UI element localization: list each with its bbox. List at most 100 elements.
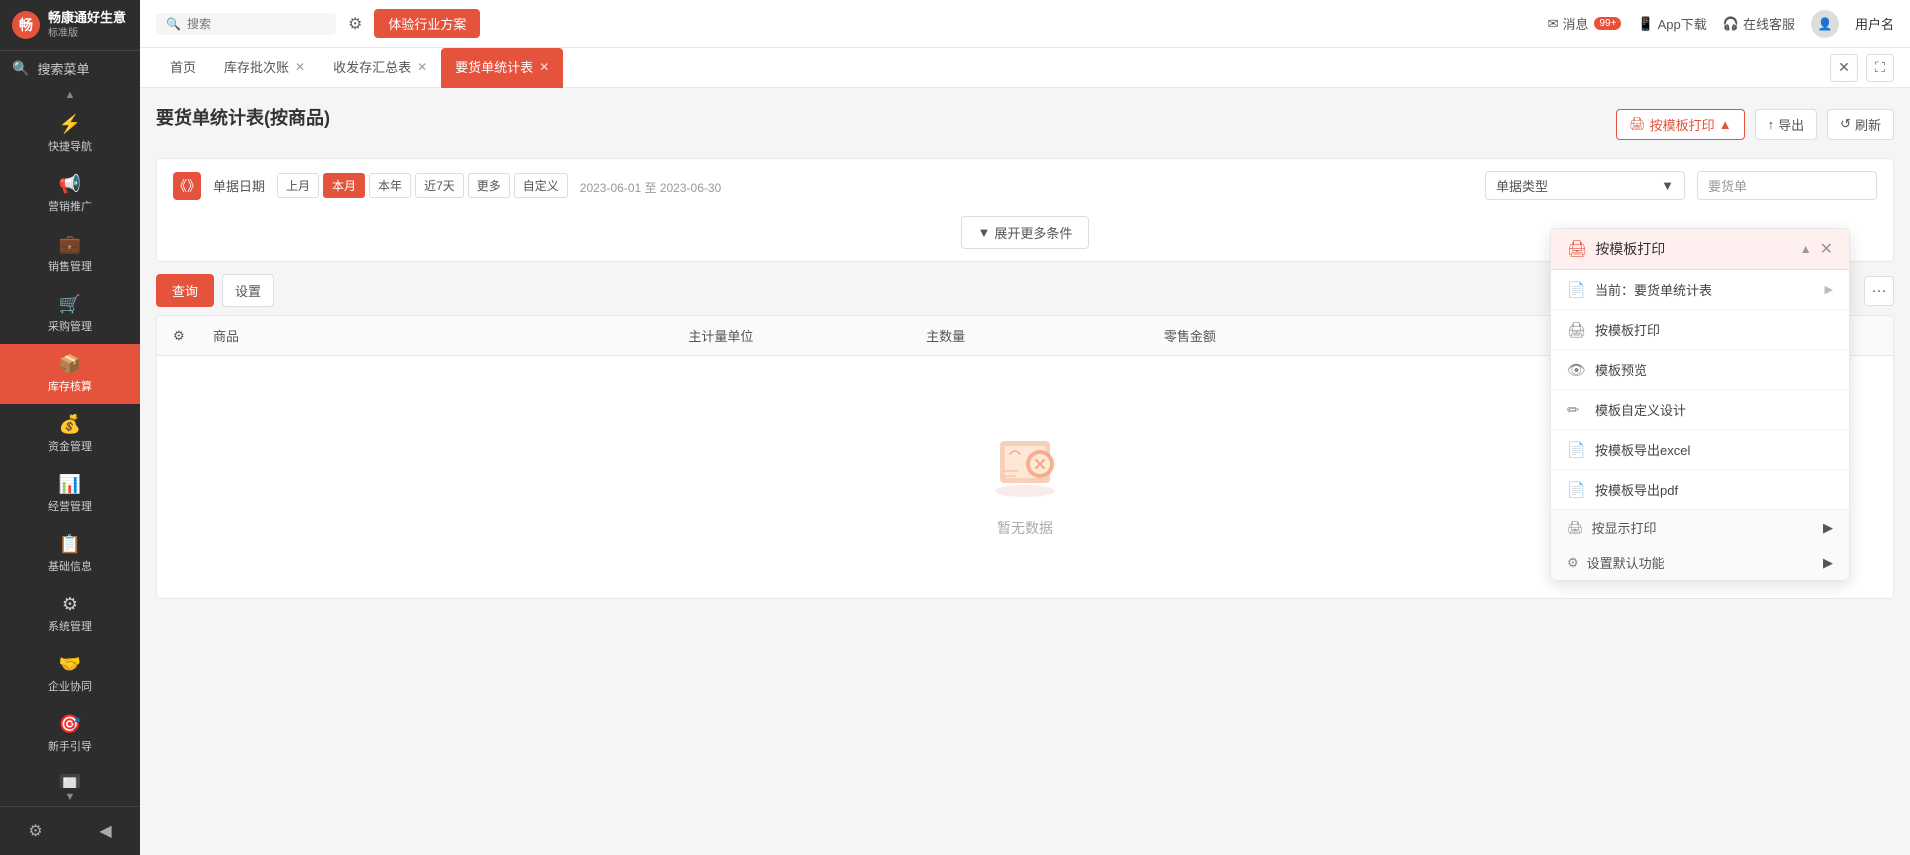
date-btn-this-month[interactable]: 本月 (323, 173, 365, 198)
search-icon: 🔍 (12, 60, 29, 77)
print-arrow-up-icon: ▲ (1719, 117, 1732, 132)
sidebar-item-collab[interactable]: 🤝 企业协同 (0, 644, 140, 704)
date-btn-last-month[interactable]: 上月 (277, 173, 319, 198)
col-amount-header: 零售金额 (1164, 326, 1402, 345)
sales-icon: 💼 (59, 234, 81, 255)
app-subtitle: 标准版 (48, 27, 126, 40)
appstore-icon: 🔲 (59, 774, 81, 788)
topbar-search-input[interactable] (187, 17, 307, 31)
page-content: 要货单统计表(按商品) 🖨 按模板打印 ▲ ↑ 导出 ↺ 刷新 (140, 88, 1910, 855)
more-options-btn[interactable]: ··· (1864, 276, 1894, 306)
dropdown-item-template-print[interactable]: 🖨 按模板打印 (1551, 310, 1849, 350)
filter-toggle-btn[interactable]: 《》 (173, 172, 201, 200)
goods-filter-input[interactable]: 要货单 (1697, 171, 1877, 200)
tab-receivable[interactable]: 收发存汇总表 ✕ (319, 48, 441, 88)
customer-service-action[interactable]: 🎧 在线客服 (1723, 14, 1795, 33)
tab-order-stats[interactable]: 要货单统计表 ✕ (441, 48, 563, 88)
dropdown-item-export-excel[interactable]: 📄 按模板导出excel (1551, 430, 1849, 470)
sidebar-item-system[interactable]: ⚙ 系统管理 (0, 584, 140, 644)
sidebar-scroll-up[interactable]: ▲ (0, 86, 140, 104)
refresh-btn[interactable]: ↺ 刷新 (1827, 109, 1894, 140)
export-icon: ↑ (1768, 117, 1775, 132)
message-badge: 99+ (1594, 17, 1621, 30)
order-type-arrow: ▼ (1661, 178, 1674, 193)
topbar-actions: ✉ 消息 99+ 📱 App下载 🎧 在线客服 👤 用户名 (1548, 10, 1894, 38)
action-right-buttons: ··· (1864, 276, 1894, 306)
settings-col-icon[interactable]: ⚙ (173, 328, 185, 343)
tab-home[interactable]: 首页 (156, 48, 210, 88)
dropdown-item-template-preview[interactable]: 👁 模板预览 (1551, 350, 1849, 390)
tab-close-order-stats[interactable]: ✕ (539, 60, 549, 74)
message-action[interactable]: ✉ 消息 99+ (1548, 14, 1622, 33)
expand-label: 展开更多条件 (994, 223, 1072, 242)
date-btn-custom[interactable]: 自定义 (514, 173, 568, 198)
tab-inventory-batch[interactable]: 库存批次账 ✕ (210, 48, 319, 88)
sidebar-item-basic[interactable]: 📋 基础信息 (0, 524, 140, 584)
display-print-icon: 🖨 (1567, 520, 1584, 536)
trial-btn[interactable]: 体验行业方案 (374, 9, 480, 38)
date-btn-7days[interactable]: 近7天 (415, 173, 464, 198)
sidebar-label-sales: 销售管理 (48, 258, 92, 274)
dropdown-print-icon: 🖨 (1567, 239, 1587, 259)
user-avatar[interactable]: 👤 (1811, 10, 1839, 38)
export-excel-icon: 📄 (1567, 441, 1585, 459)
settings-bottom-btn[interactable]: ⚙ (24, 817, 46, 845)
tab-close-inventory-batch[interactable]: ✕ (295, 60, 305, 74)
export-pdf-icon: 📄 (1567, 481, 1585, 499)
query-btn[interactable]: 查询 (156, 274, 214, 307)
print-template-btn[interactable]: 🖨 按模板打印 ▲ (1616, 109, 1744, 140)
quick-nav-icon: ⚡ (59, 114, 81, 135)
expand-filter-btn[interactable]: ▼ 展开更多条件 (961, 216, 1090, 249)
topbar-search-box[interactable]: 🔍 (156, 13, 336, 35)
sidebar-label-guide: 新手引导 (48, 738, 92, 754)
current-template-arrow: ▶ (1825, 283, 1833, 296)
sidebar-label-operations: 经营管理 (48, 498, 92, 514)
expand-window-btn[interactable]: ⛶ (1866, 54, 1894, 82)
dropdown-current-template[interactable]: 📄 当前：要货单统计表 ▶ (1551, 270, 1849, 310)
main-area: 🔍 ⚙ 体验行业方案 ✉ 消息 99+ 📱 App下载 🎧 在线客服 👤 用户名 (140, 0, 1910, 855)
sidebar-label-inventory: 库存核算 (48, 378, 92, 394)
refresh-icon: ↺ (1840, 116, 1851, 132)
col-unit-header: 主计量单位 (688, 326, 926, 345)
sidebar-item-guide[interactable]: 🎯 新手引导 (0, 704, 140, 764)
date-btn-more[interactable]: 更多 (468, 173, 510, 198)
date-filter-label: 单据日期 (213, 176, 265, 195)
sidebar-item-quick-nav[interactable]: ⚡ 快捷导航 (0, 104, 140, 164)
sidebar-search[interactable]: 🔍 搜索菜单 (0, 51, 140, 86)
date-buttons-group: 上月 本月 本年 近7天 更多 自定义 (277, 173, 568, 198)
sidebar-item-finance[interactable]: 💰 资金管理 (0, 404, 140, 464)
basic-icon: 📋 (59, 534, 81, 555)
sidebar-scroll-down[interactable]: ▼ (0, 788, 140, 806)
empty-text: 暂无数据 (997, 518, 1053, 538)
template-custom-icon: ✏ (1567, 401, 1585, 419)
printer-icon: 🖨 (1629, 116, 1646, 132)
sidebar-label-marketing: 营销推广 (48, 198, 92, 214)
collab-icon: 🤝 (59, 654, 81, 675)
sidebar-item-appstore[interactable]: 🔲 应用中心 (0, 764, 140, 788)
topbar-gear-icon[interactable]: ⚙ (348, 14, 362, 34)
sidebar-item-purchase[interactable]: 🛒 采购管理 (0, 284, 140, 344)
order-type-select[interactable]: 单据类型 ▼ (1485, 171, 1685, 200)
sidebar-item-marketing[interactable]: 📢 营销推广 (0, 164, 140, 224)
export-btn[interactable]: ↑ 导出 (1755, 109, 1818, 140)
dropdown-close-btn[interactable]: ✕ (1820, 239, 1833, 259)
tab-close-receivable[interactable]: ✕ (417, 60, 427, 74)
dropdown-item-template-custom[interactable]: ✏ 模板自定义设计 (1551, 390, 1849, 430)
tabs-bar: 首页 库存批次账 ✕ 收发存汇总表 ✕ 要货单统计表 ✕ ✕ ⛶ (140, 48, 1910, 88)
sidebar-item-sales[interactable]: 💼 销售管理 (0, 224, 140, 284)
sidebar-item-operations[interactable]: 📊 经营管理 (0, 464, 140, 524)
date-range-display: 2023-06-01 至 2023-06-30 (580, 179, 721, 196)
sidebar-label-collab: 企业协同 (48, 678, 92, 694)
sidebar-label-finance: 资金管理 (48, 438, 92, 454)
dropdown-item-export-pdf[interactable]: 📄 按模板导出pdf (1551, 470, 1849, 510)
app-title: 畅康通好生意 (48, 10, 126, 27)
dropdown-set-default[interactable]: ⚙ 设置默认功能 ▶ (1551, 545, 1849, 580)
close-all-tabs-btn[interactable]: ✕ (1830, 54, 1858, 82)
collapse-btn[interactable]: ◀ (95, 817, 115, 845)
date-btn-this-year[interactable]: 本年 (369, 173, 411, 198)
app-download-action[interactable]: 📱 App下载 (1637, 14, 1706, 33)
sidebar-item-inventory[interactable]: 📦 库存核算 (0, 344, 140, 404)
dropdown-collapse-btn[interactable]: ▲ (1800, 242, 1812, 256)
dropdown-display-print[interactable]: 🖨 按显示打印 ▶ (1551, 510, 1849, 545)
settings-btn[interactable]: 设置 (222, 274, 274, 307)
